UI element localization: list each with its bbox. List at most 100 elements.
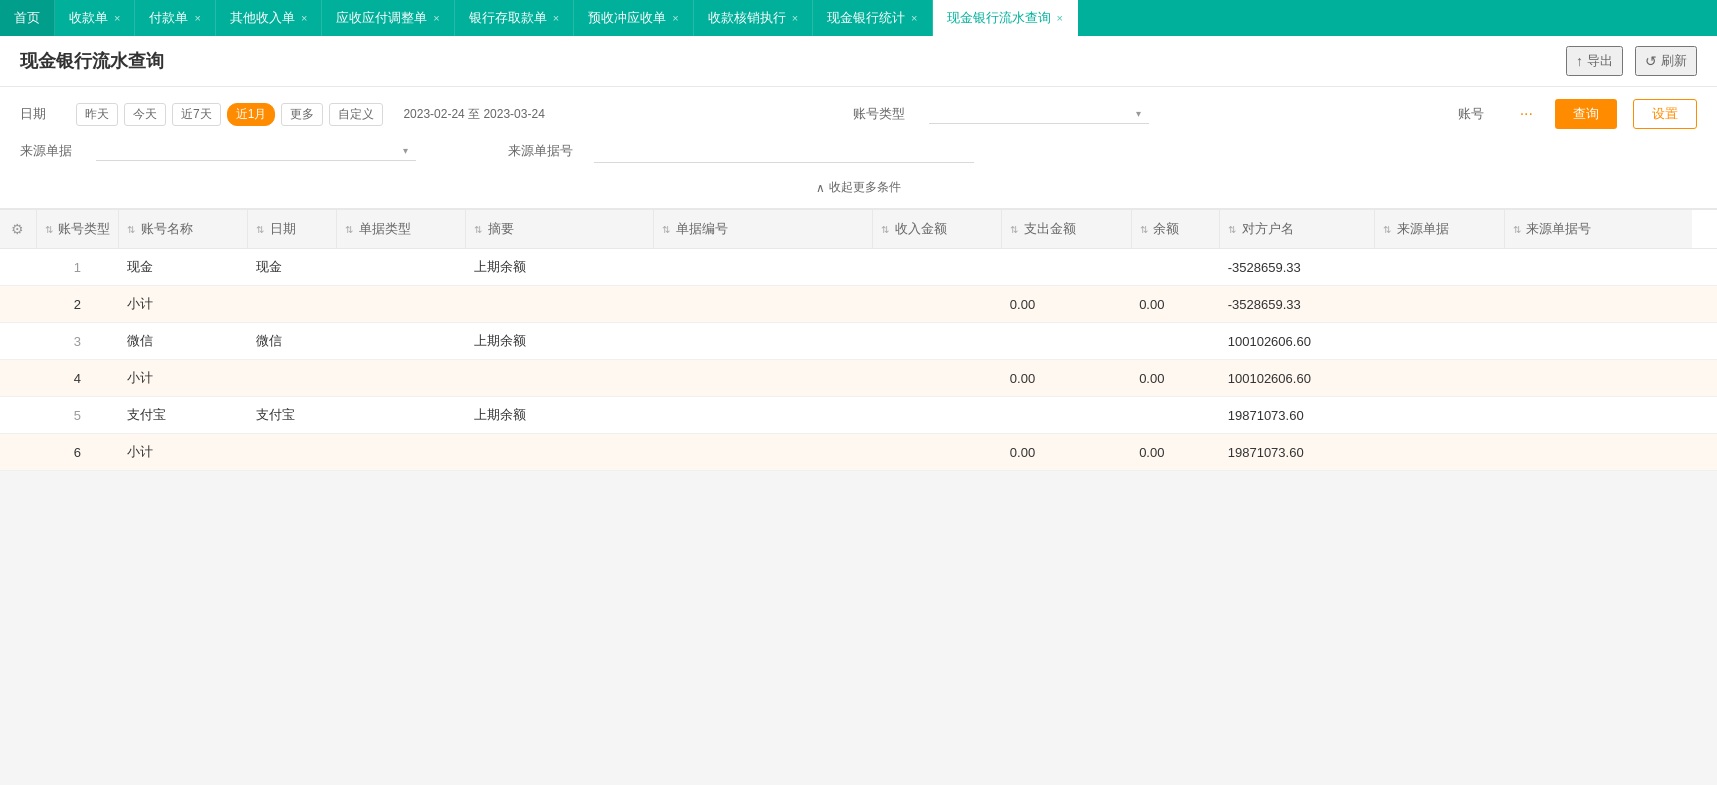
cell-source-doc-no xyxy=(1692,360,1717,397)
nav-close-verify[interactable]: × xyxy=(792,12,798,24)
table-settings-icon[interactable]: ⚙ xyxy=(11,221,24,237)
nav-close-prepay[interactable]: × xyxy=(672,12,678,24)
col-date[interactable]: ⇅ 日期 xyxy=(248,210,337,249)
cell-doc-no xyxy=(873,323,1002,360)
top-navigation: 首页 收款单 × 付款单 × 其他收入单 × 应收应付调整单 × 银行存取款单 … xyxy=(0,0,1717,36)
col-expense[interactable]: ⇅ 支出金额 xyxy=(1002,210,1131,249)
cell-date xyxy=(337,397,466,434)
nav-close-cash-stats[interactable]: × xyxy=(911,12,917,24)
cell-account-name xyxy=(248,360,337,397)
date-options: 昨天 今天 近7天 近1月 更多 自定义 xyxy=(76,103,383,126)
cell-income xyxy=(1002,323,1131,360)
nav-close-payments[interactable]: × xyxy=(194,12,200,24)
table-row: 1现金现金上期余额-3528659.33 xyxy=(0,249,1717,286)
sort-summary-icon: ⇅ xyxy=(474,224,482,235)
col-account-name[interactable]: ⇅ 账号名称 xyxy=(119,210,248,249)
cell-summary xyxy=(654,360,873,397)
col-income[interactable]: ⇅ 收入金额 xyxy=(873,210,1002,249)
col-summary[interactable]: ⇅ 摘要 xyxy=(466,210,654,249)
cell-balance: 100102606.60 xyxy=(1220,323,1375,360)
cell-account-name: 微信 xyxy=(248,323,337,360)
query-button[interactable]: 查询 xyxy=(1555,99,1617,129)
table-row: 5支付宝支付宝上期余额19871073.60 xyxy=(0,397,1717,434)
cell-balance: 19871073.60 xyxy=(1220,397,1375,434)
col-doc-type[interactable]: ⇅ 单据类型 xyxy=(337,210,466,249)
date-btn-today[interactable]: 今天 xyxy=(124,103,166,126)
page-title: 现金银行流水查询 xyxy=(20,49,164,73)
col-doc-no[interactable]: ⇅ 单据编号 xyxy=(654,210,873,249)
source-doc-select[interactable]: ▾ xyxy=(96,141,416,161)
settings-button[interactable]: 设置 xyxy=(1633,99,1697,129)
table-header: ⚙ ⇅ 账号类型 ⇅ 账号名称 ⇅ 日期 ⇅ 单据类型 xyxy=(0,210,1717,249)
cell-doc-type xyxy=(466,360,654,397)
nav-item-bank-deposit[interactable]: 银行存取款单 × xyxy=(455,0,574,36)
cell-source-doc xyxy=(1504,249,1692,286)
date-btn-more[interactable]: 更多 xyxy=(281,103,323,126)
collapse-bar[interactable]: ∧ 收起更多条件 xyxy=(20,173,1697,196)
nav-close-ar-ap-adjust[interactable]: × xyxy=(433,12,439,24)
cell-source-doc-no xyxy=(1692,397,1717,434)
col-gear: ⚙ xyxy=(0,210,36,249)
table-row: 6小计0.000.0019871073.60 xyxy=(0,434,1717,471)
nav-item-verify[interactable]: 收款核销执行 × xyxy=(694,0,813,36)
nav-close-bank-deposit[interactable]: × xyxy=(553,12,559,24)
cell-date xyxy=(337,286,466,323)
cell-doc-no xyxy=(873,286,1002,323)
date-btn-custom[interactable]: 自定义 xyxy=(329,103,383,126)
table-body: 1现金现金上期余额-3528659.332小计0.000.00-3528659.… xyxy=(0,249,1717,471)
cell-doc-no xyxy=(873,434,1002,471)
nav-close-cash-flow[interactable]: × xyxy=(1057,12,1063,24)
page-header: 现金银行流水查询 ↑ 导出 ↺ 刷新 xyxy=(0,36,1717,87)
cell-num: 2 xyxy=(36,286,119,323)
nav-item-cash-stats[interactable]: 现金银行统计 × xyxy=(813,0,932,36)
cell-num: 5 xyxy=(36,397,119,434)
cell-source-doc xyxy=(1504,434,1692,471)
nav-close-receipts[interactable]: × xyxy=(114,12,120,24)
date-btn-1month[interactable]: 近1月 xyxy=(227,103,276,126)
source-doc-num-input[interactable] xyxy=(594,139,974,163)
nav-item-receipts[interactable]: 收款单 × xyxy=(55,0,135,36)
nav-item-other-income[interactable]: 其他收入单 × xyxy=(216,0,322,36)
nav-item-prepay[interactable]: 预收冲应收单 × xyxy=(574,0,693,36)
cell-source-doc xyxy=(1504,360,1692,397)
sort-balance-icon: ⇅ xyxy=(1140,224,1148,235)
nav-item-home[interactable]: 首页 xyxy=(0,0,55,36)
col-source-doc[interactable]: ⇅ 来源单据 xyxy=(1375,210,1504,249)
cell-gear xyxy=(0,249,36,286)
export-button[interactable]: ↑ 导出 xyxy=(1566,46,1623,76)
cell-counterpart xyxy=(1375,323,1504,360)
cell-summary xyxy=(654,323,873,360)
col-source-doc-no[interactable]: ⇅ 来源单据号 xyxy=(1504,210,1692,249)
cell-account-type: 小计 xyxy=(119,434,248,471)
cell-source-doc-no xyxy=(1692,249,1717,286)
sort-source-doc-icon: ⇅ xyxy=(1383,224,1391,235)
sort-income-icon: ⇅ xyxy=(881,224,889,235)
account-ellipsis-button[interactable]: ··· xyxy=(1514,103,1539,125)
cell-balance: -3528659.33 xyxy=(1220,249,1375,286)
col-account-type[interactable]: ⇅ 账号类型 xyxy=(36,210,119,249)
cell-gear xyxy=(0,286,36,323)
cell-balance: 19871073.60 xyxy=(1220,434,1375,471)
cell-summary xyxy=(654,434,873,471)
col-balance[interactable]: ⇅ 余额 xyxy=(1131,210,1220,249)
cell-date xyxy=(337,249,466,286)
date-btn-7days[interactable]: 近7天 xyxy=(172,103,221,126)
refresh-button[interactable]: ↺ 刷新 xyxy=(1635,46,1697,76)
nav-item-ar-ap-adjust[interactable]: 应收应付调整单 × xyxy=(322,0,454,36)
date-btn-yesterday[interactable]: 昨天 xyxy=(76,103,118,126)
nav-item-cash-flow[interactable]: 现金银行流水查询 × xyxy=(933,0,1078,36)
cell-doc-type xyxy=(466,286,654,323)
cell-expense: 0.00 xyxy=(1131,360,1220,397)
cell-doc-type: 上期余额 xyxy=(466,249,654,286)
header-actions: ↑ 导出 ↺ 刷新 xyxy=(1566,46,1697,76)
cell-expense xyxy=(1131,397,1220,434)
cell-summary xyxy=(654,397,873,434)
nav-close-other-income[interactable]: × xyxy=(301,12,307,24)
cell-num: 1 xyxy=(36,249,119,286)
nav-item-payments[interactable]: 付款单 × xyxy=(135,0,215,36)
account-type-select[interactable]: ▾ xyxy=(929,104,1149,124)
cell-expense xyxy=(1131,249,1220,286)
col-counterpart[interactable]: ⇅ 对方户名 xyxy=(1220,210,1375,249)
table-row: 3微信微信上期余额100102606.60 xyxy=(0,323,1717,360)
table-row: 4小计0.000.00100102606.60 xyxy=(0,360,1717,397)
